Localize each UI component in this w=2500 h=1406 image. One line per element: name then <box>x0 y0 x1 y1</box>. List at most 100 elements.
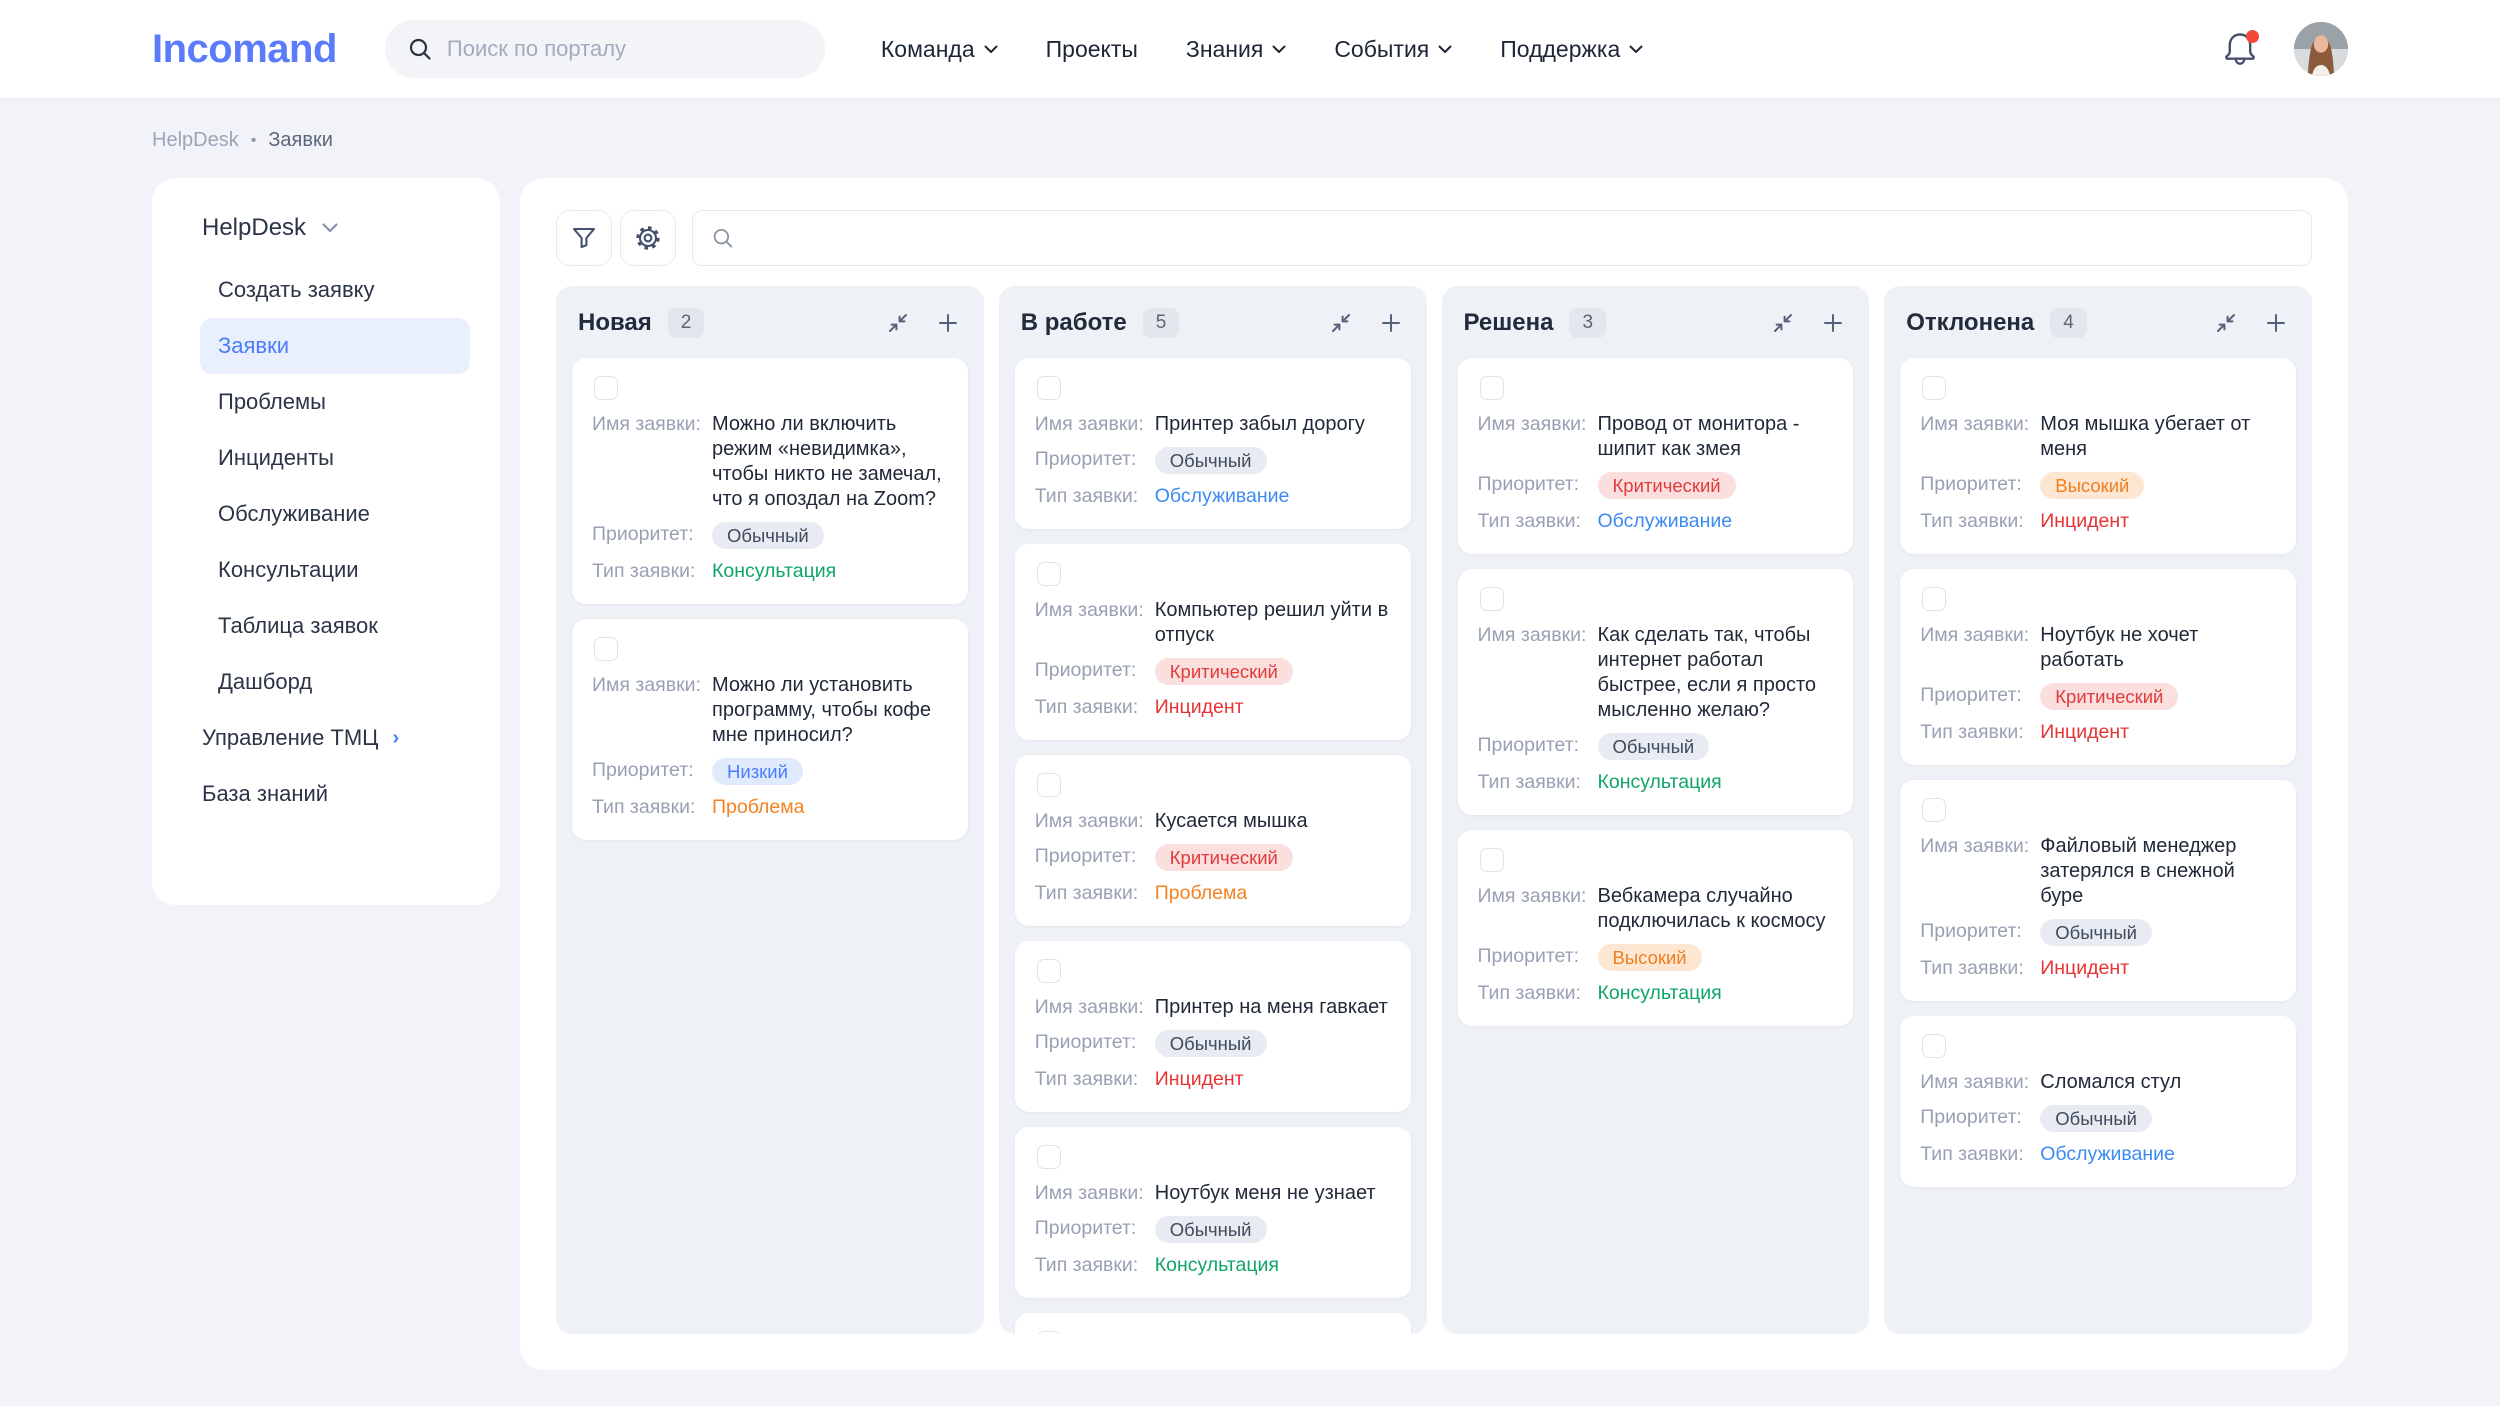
field-label-priority: Приоритет: <box>1920 1105 2032 1130</box>
board-search-input[interactable] <box>746 226 2293 250</box>
field-label-priority: Приоритет: <box>592 758 704 783</box>
ticket-type: Обслуживание <box>1598 509 1834 534</box>
collapse-column-button[interactable] <box>2212 309 2240 337</box>
card-checkbox[interactable] <box>1922 376 1946 400</box>
field-label-priority: Приоритет: <box>1035 844 1147 869</box>
global-search[interactable] <box>385 20 825 78</box>
card-checkbox[interactable] <box>1037 1331 1061 1334</box>
field-label-priority: Приоритет: <box>1035 1216 1147 1241</box>
add-card-button[interactable] <box>1819 309 1847 337</box>
field-label-type: Тип заявки: <box>1478 509 1590 534</box>
card-checkbox[interactable] <box>1922 798 1946 822</box>
search-icon <box>407 36 433 62</box>
nav-item-3[interactable]: Знания <box>1186 36 1286 63</box>
board-search[interactable] <box>692 210 2312 266</box>
ticket-card[interactable]: Имя заявки: Можно ли включить режим «нев… <box>572 358 968 604</box>
breadcrumb: HelpDesk • Заявки <box>152 129 2348 152</box>
sidebar-item-7[interactable]: Таблица заявок › <box>180 598 472 654</box>
card-checkbox[interactable] <box>594 376 618 400</box>
priority-badge: Обычный <box>1155 1030 1267 1057</box>
plus-icon <box>2264 311 2288 335</box>
card-checkbox[interactable] <box>1480 587 1504 611</box>
priority-badge: Критический <box>2040 683 2178 710</box>
filter-button[interactable] <box>556 210 612 266</box>
field-label-type: Тип заявки: <box>1035 881 1147 906</box>
nav-item-1[interactable]: Команда <box>881 36 998 63</box>
collapse-column-button[interactable] <box>1327 309 1355 337</box>
card-checkbox[interactable] <box>1037 773 1061 797</box>
ticket-card[interactable]: Имя заявки: Можно ли установить программ… <box>572 619 968 840</box>
ticket-card[interactable]: Имя заявки: Вебкамера сломалась Приорите… <box>1015 1313 1411 1334</box>
ticket-card[interactable]: Имя заявки: Принтер на меня гавкает Прио… <box>1015 941 1411 1112</box>
ticket-card[interactable]: Имя заявки: Сломался стул Приоритет: Обы… <box>1900 1016 2296 1187</box>
user-avatar[interactable] <box>2294 22 2348 76</box>
ticket-card[interactable]: Имя заявки: Файловый менеджер затерялся … <box>1900 780 2296 1001</box>
sidebar-item-8[interactable]: Дашборд › <box>180 654 472 710</box>
card-checkbox[interactable] <box>1922 587 1946 611</box>
ticket-card[interactable]: Имя заявки: Кусается мышка Приоритет: Кр… <box>1015 755 1411 926</box>
ticket-card[interactable]: Имя заявки: Провод от монитора - шипит к… <box>1458 358 1854 554</box>
field-label-priority: Приоритет: <box>1478 944 1590 969</box>
sidebar-item-5[interactable]: Обслуживание › <box>180 486 472 542</box>
add-card-button[interactable] <box>934 309 962 337</box>
ticket-type: Инцидент <box>2040 956 2276 981</box>
chevron-down-icon <box>984 45 998 54</box>
column-count-badge: 2 <box>668 308 705 338</box>
collapse-icon <box>1329 311 1353 335</box>
sidebar-section-label: HelpDesk <box>202 214 306 242</box>
card-checkbox[interactable] <box>1480 376 1504 400</box>
sidebar-item-2[interactable]: Заявки › <box>200 318 470 374</box>
field-label-name: Имя заявки: <box>1478 884 1590 909</box>
card-checkbox[interactable] <box>1037 562 1061 586</box>
ticket-name: Ноутбук меня не узнает <box>1155 1181 1391 1206</box>
sidebar-item-1[interactable]: Создать заявку › <box>180 262 472 318</box>
sidebar-item-4[interactable]: Инциденты › <box>180 430 472 486</box>
board-settings-button[interactable] <box>620 210 676 266</box>
ticket-card[interactable]: Имя заявки: Компьютер решил уйти в отпус… <box>1015 544 1411 740</box>
ticket-card[interactable]: Имя заявки: Ноутбук меня не узнает Приор… <box>1015 1127 1411 1298</box>
field-label-name: Имя заявки: <box>1920 623 2032 648</box>
field-label-type: Тип заявки: <box>1035 1253 1147 1278</box>
card-checkbox[interactable] <box>1922 1034 1946 1058</box>
ticket-card[interactable]: Имя заявки: Ноутбук не хочет работать Пр… <box>1900 569 2296 765</box>
card-checkbox[interactable] <box>1480 848 1504 872</box>
ticket-card[interactable]: Имя заявки: Моя мышка убегает от меня Пр… <box>1900 358 2296 554</box>
card-checkbox[interactable] <box>1037 376 1061 400</box>
collapse-column-button[interactable] <box>884 309 912 337</box>
card-checkbox[interactable] <box>1037 959 1061 983</box>
add-card-button[interactable] <box>2262 309 2290 337</box>
card-checkbox[interactable] <box>1037 1145 1061 1169</box>
nav-item-2[interactable]: Проекты <box>1046 36 1138 63</box>
sidebar-item-3[interactable]: Проблемы › <box>180 374 472 430</box>
ticket-name: Как сделать так, чтобы интернет работал … <box>1598 623 1834 723</box>
priority-badge: Обычный <box>712 522 824 549</box>
ticket-type: Проблема <box>712 795 948 820</box>
notifications-button[interactable] <box>2222 29 2260 69</box>
app-logo[interactable]: Incomand <box>152 27 337 72</box>
breadcrumb-parent[interactable]: HelpDesk <box>152 129 239 152</box>
ticket-card[interactable]: Имя заявки: Вебкамера случайно подключил… <box>1458 830 1854 1026</box>
sidebar-item-9[interactable]: Управление ТМЦ › <box>180 710 472 766</box>
column-title: Новая <box>578 309 652 337</box>
priority-badge: Критический <box>1155 658 1293 685</box>
ticket-name: Принтер на меня гавкает <box>1155 995 1391 1020</box>
global-search-input[interactable] <box>447 36 803 62</box>
ticket-card[interactable]: Имя заявки: Принтер забыл дорогу Приорит… <box>1015 358 1411 529</box>
sidebar-item-6[interactable]: Консультации › <box>180 542 472 598</box>
card-checkbox[interactable] <box>594 637 618 661</box>
field-label-name: Имя заявки: <box>592 673 704 698</box>
nav-item-4[interactable]: События <box>1334 36 1452 63</box>
field-label-priority: Приоритет: <box>1920 919 2032 944</box>
add-card-button[interactable] <box>1377 309 1405 337</box>
field-label-priority: Приоритет: <box>1478 733 1590 758</box>
nav-item-5[interactable]: Поддержка <box>1500 36 1643 63</box>
main-nav: Команда Проекты Знания События Поддержка <box>881 36 1643 63</box>
ticket-name: Сломался стул <box>2040 1070 2276 1095</box>
plus-icon <box>1379 311 1403 335</box>
collapse-column-button[interactable] <box>1769 309 1797 337</box>
breadcrumb-separator: • <box>251 132 257 150</box>
sidebar-section-helpdesk[interactable]: HelpDesk <box>180 214 472 242</box>
ticket-card[interactable]: Имя заявки: Как сделать так, чтобы интер… <box>1458 569 1854 815</box>
sidebar-item-10[interactable]: База знаний › <box>180 766 472 822</box>
field-label-type: Тип заявки: <box>1920 1142 2032 1167</box>
